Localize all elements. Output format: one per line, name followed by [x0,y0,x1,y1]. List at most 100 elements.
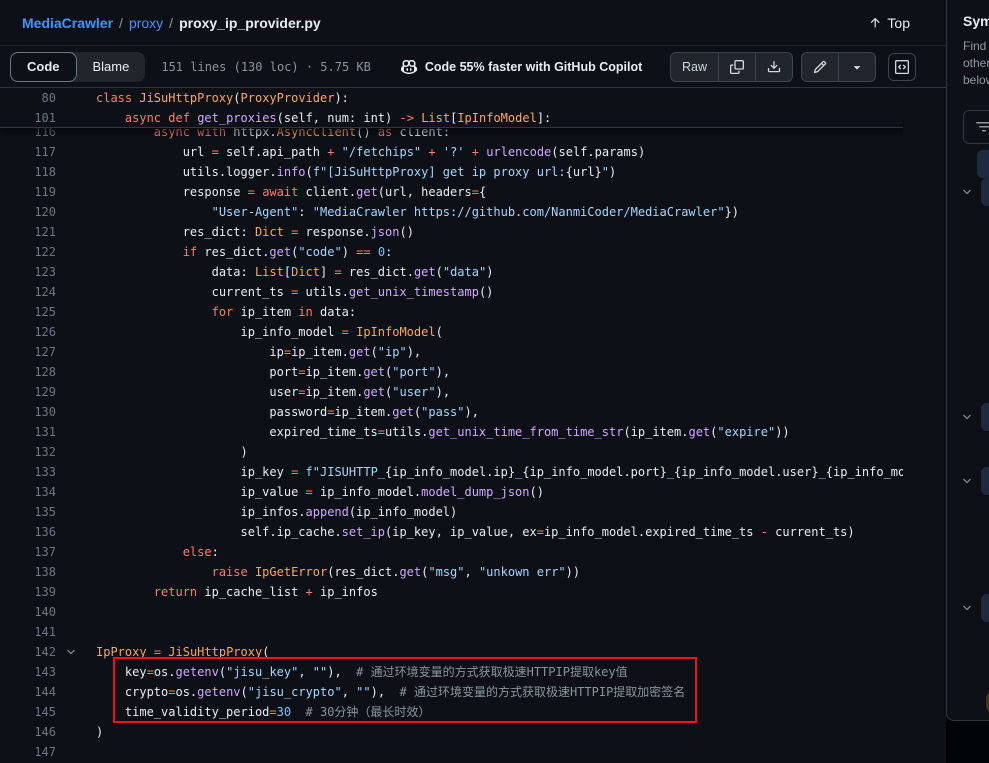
edit-dropdown-button[interactable] [838,53,875,81]
code-text: port=ip_item.get("port"), [96,362,450,382]
code-token: ), [371,685,400,699]
line-number[interactable]: 119 [0,182,56,202]
line-number[interactable]: 133 [0,462,56,482]
fold-gutter [56,222,96,242]
chevron-down-icon[interactable] [961,411,973,423]
line-number[interactable]: 118 [0,162,56,182]
line-number[interactable]: 131 [0,422,56,442]
line-number[interactable]: 141 [0,622,56,642]
code-token: response [96,185,248,199]
code-token: for [212,305,234,319]
back-to-top-link[interactable]: Top [868,15,910,31]
code-token: ] [320,265,334,279]
line-number[interactable]: 121 [0,222,56,242]
line-number[interactable]: 147 [0,742,56,762]
code-token: ip_info_model.expired_time_ts [544,525,761,539]
symbols-filter-input[interactable] [963,110,989,144]
code-token: List [421,111,450,125]
copilot-banner[interactable]: Code 55% faster with GitHub Copilot [401,59,642,75]
code-token: Dict [255,225,284,239]
tab-code[interactable]: Code [10,52,77,82]
line-number[interactable]: 125 [0,302,56,322]
code-token: get [356,185,378,199]
line-number[interactable]: 124 [0,282,56,302]
chevron-down-icon[interactable] [961,475,973,487]
code-token: = [342,325,349,339]
line-number[interactable]: 123 [0,262,56,282]
code-token: ) [342,245,356,259]
symbols-toggle-button[interactable] [888,53,916,81]
line-number[interactable]: 126 [0,322,56,342]
line-number[interactable]: 129 [0,382,56,402]
code-token: get [363,385,385,399]
line-number[interactable]: 117 [0,142,56,162]
code-token: utils. [298,285,349,299]
code-token: ( [436,325,443,339]
code-token: crypto [96,685,168,699]
symbol-pill[interactable] [981,594,989,622]
line-number[interactable]: 134 [0,482,56,502]
code-token: )) [775,425,789,439]
chevron-down-icon[interactable] [65,646,77,658]
symbol-expand-chevron[interactable] [961,411,977,423]
symbol-expand-chevron[interactable] [961,602,977,614]
line-number[interactable]: 101 [0,108,56,128]
code-token: {ip_info_model.port} [522,465,667,479]
fold-chevron[interactable] [56,642,96,662]
line-number[interactable]: 135 [0,502,56,522]
code-token: in [298,305,312,319]
chevron-down-icon[interactable] [961,602,973,614]
code-token: - [761,525,768,539]
code-text: class JiSuHttpProxy(ProxyProvider): [96,88,349,108]
fold-gutter [56,88,96,108]
raw-button[interactable]: Raw [671,53,718,81]
line-number[interactable]: 127 [0,342,56,362]
breadcrumb-separator: / [119,15,123,31]
line-number[interactable]: 146 [0,722,56,742]
chevron-down-icon[interactable] [961,186,973,198]
breadcrumb-dir-link[interactable]: proxy [129,15,163,31]
line-number[interactable]: 144 [0,682,56,702]
copy-button[interactable] [718,53,755,81]
download-button[interactable] [755,53,792,81]
symbol-expand-chevron[interactable] [961,475,977,487]
code-token: ), [327,665,356,679]
code-token: { [479,185,486,199]
symbol-pill[interactable] [981,467,989,495]
symbol-item [961,178,989,206]
line-number[interactable]: 137 [0,542,56,562]
breadcrumb-repo-link[interactable]: MediaCrawler [22,15,113,31]
line-number[interactable]: 142 [0,642,56,662]
line-number[interactable]: 143 [0,662,56,682]
symbol-pill[interactable] [981,403,989,431]
code-text: key=os.getenv("jisu_key", ""), # 通过环境变量的… [96,662,628,682]
line-number[interactable]: 130 [0,402,56,422]
breadcrumb-header: MediaCrawler/proxy/proxy_ip_provider.py … [0,0,946,46]
code-token: getenv [176,665,219,679]
symbol-pill[interactable] [977,150,989,178]
line-number[interactable]: 128 [0,362,56,382]
edit-button[interactable] [802,53,838,81]
code-token: "port" [392,365,435,379]
code-token [147,645,154,659]
line-number[interactable]: 140 [0,602,56,622]
code-token: "user" [392,385,435,399]
tab-blame[interactable]: Blame [77,52,146,82]
code-token: urlencode [486,145,551,159]
line-number[interactable]: 138 [0,562,56,582]
code-text: ip=ip_item.get("ip"), [96,342,421,362]
line-number[interactable]: 139 [0,582,56,602]
symbol-expand-chevron[interactable] [961,186,977,198]
line-number[interactable]: 122 [0,242,56,262]
line-number[interactable]: 80 [0,88,56,108]
line-number[interactable]: 132 [0,442,56,462]
code-token: : [212,545,219,559]
line-number[interactable]: 120 [0,202,56,222]
code-text: ip_value = ip_info_model.model_dump_json… [96,482,544,502]
fold-gutter [56,402,96,422]
line-number[interactable]: 136 [0,522,56,542]
line-number[interactable]: 145 [0,702,56,722]
code-token: get [414,265,436,279]
symbol-pill[interactable] [981,178,989,206]
fold-gutter [56,562,96,582]
